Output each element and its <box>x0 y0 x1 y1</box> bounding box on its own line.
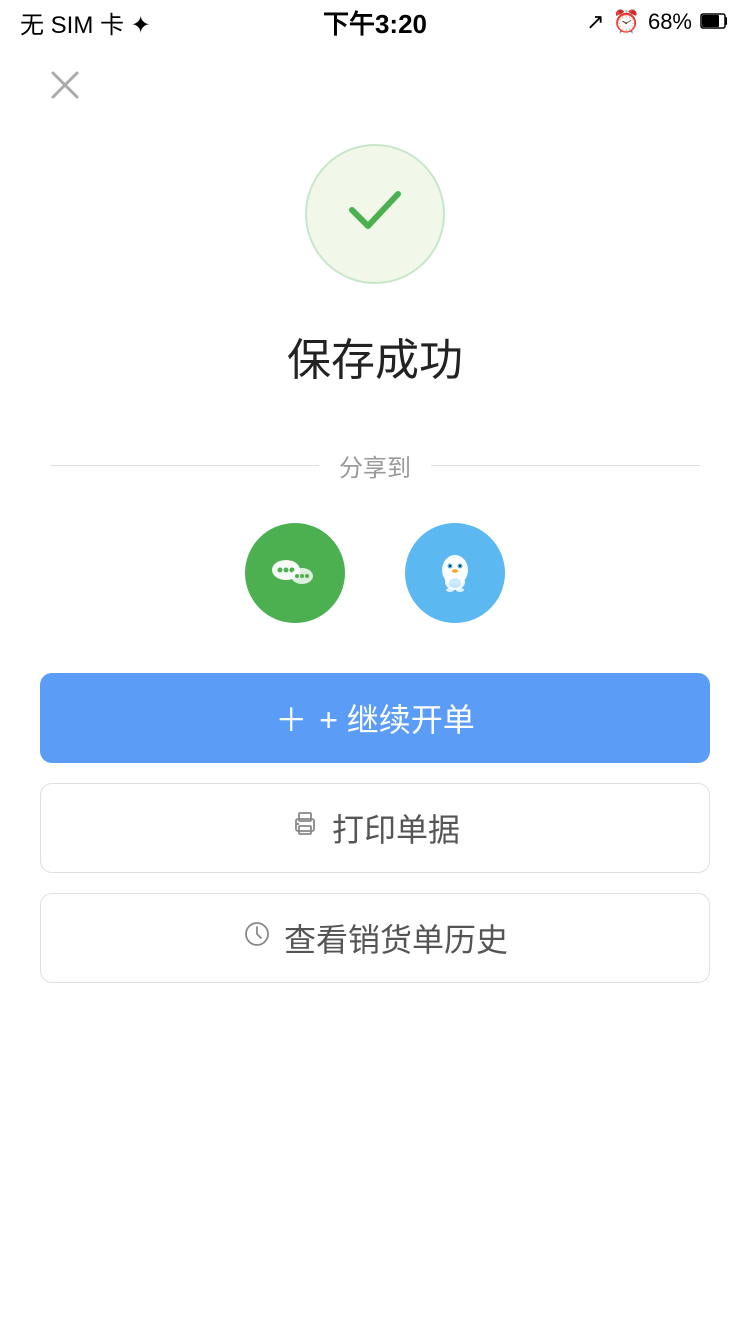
history-button[interactable]: 查看销货单历史 <box>40 893 710 983</box>
share-section: 分享到 <box>0 448 750 623</box>
share-icons <box>245 523 505 623</box>
status-time: 下午3:20 <box>323 4 427 41</box>
plus-icon: ＋ <box>275 695 307 741</box>
print-button[interactable]: 打印单据 <box>40 783 710 873</box>
check-icon <box>340 174 410 255</box>
location-icon: ↗ <box>586 9 604 35</box>
battery-percent: 68% <box>648 9 692 35</box>
status-right: ↗ ⏰ 68% <box>586 9 730 35</box>
share-label: 分享到 <box>339 448 411 483</box>
printer-icon <box>290 809 320 847</box>
status-bar: 无 SIM 卡 ✦ 下午3:20 ↗ ⏰ 68% <box>0 0 750 44</box>
print-label: 打印单据 <box>332 805 460 851</box>
main-content: 保存成功 分享到 <box>0 44 750 983</box>
action-buttons: ＋ + 继续开单 打印单据 查看销货单历史 <box>0 673 750 983</box>
status-left: 无 SIM 卡 ✦ <box>20 5 151 40</box>
continue-label: + 继续开单 <box>319 695 475 741</box>
share-divider: 分享到 <box>0 448 750 483</box>
sim-status: 无 SIM 卡 ✦ <box>20 5 151 40</box>
alarm-icon: ⏰ <box>613 9 640 35</box>
success-title: 保存成功 <box>287 324 463 388</box>
history-label: 查看销货单历史 <box>284 915 508 961</box>
clock-icon <box>242 919 272 957</box>
close-button[interactable] <box>40 60 90 110</box>
continue-button[interactable]: ＋ + 继续开单 <box>40 673 710 763</box>
wechat-share-button[interactable] <box>245 523 345 623</box>
success-circle <box>305 144 445 284</box>
qq-share-button[interactable] <box>405 523 505 623</box>
divider-left <box>50 465 319 466</box>
battery-icon <box>700 9 730 35</box>
divider-right <box>431 465 700 466</box>
